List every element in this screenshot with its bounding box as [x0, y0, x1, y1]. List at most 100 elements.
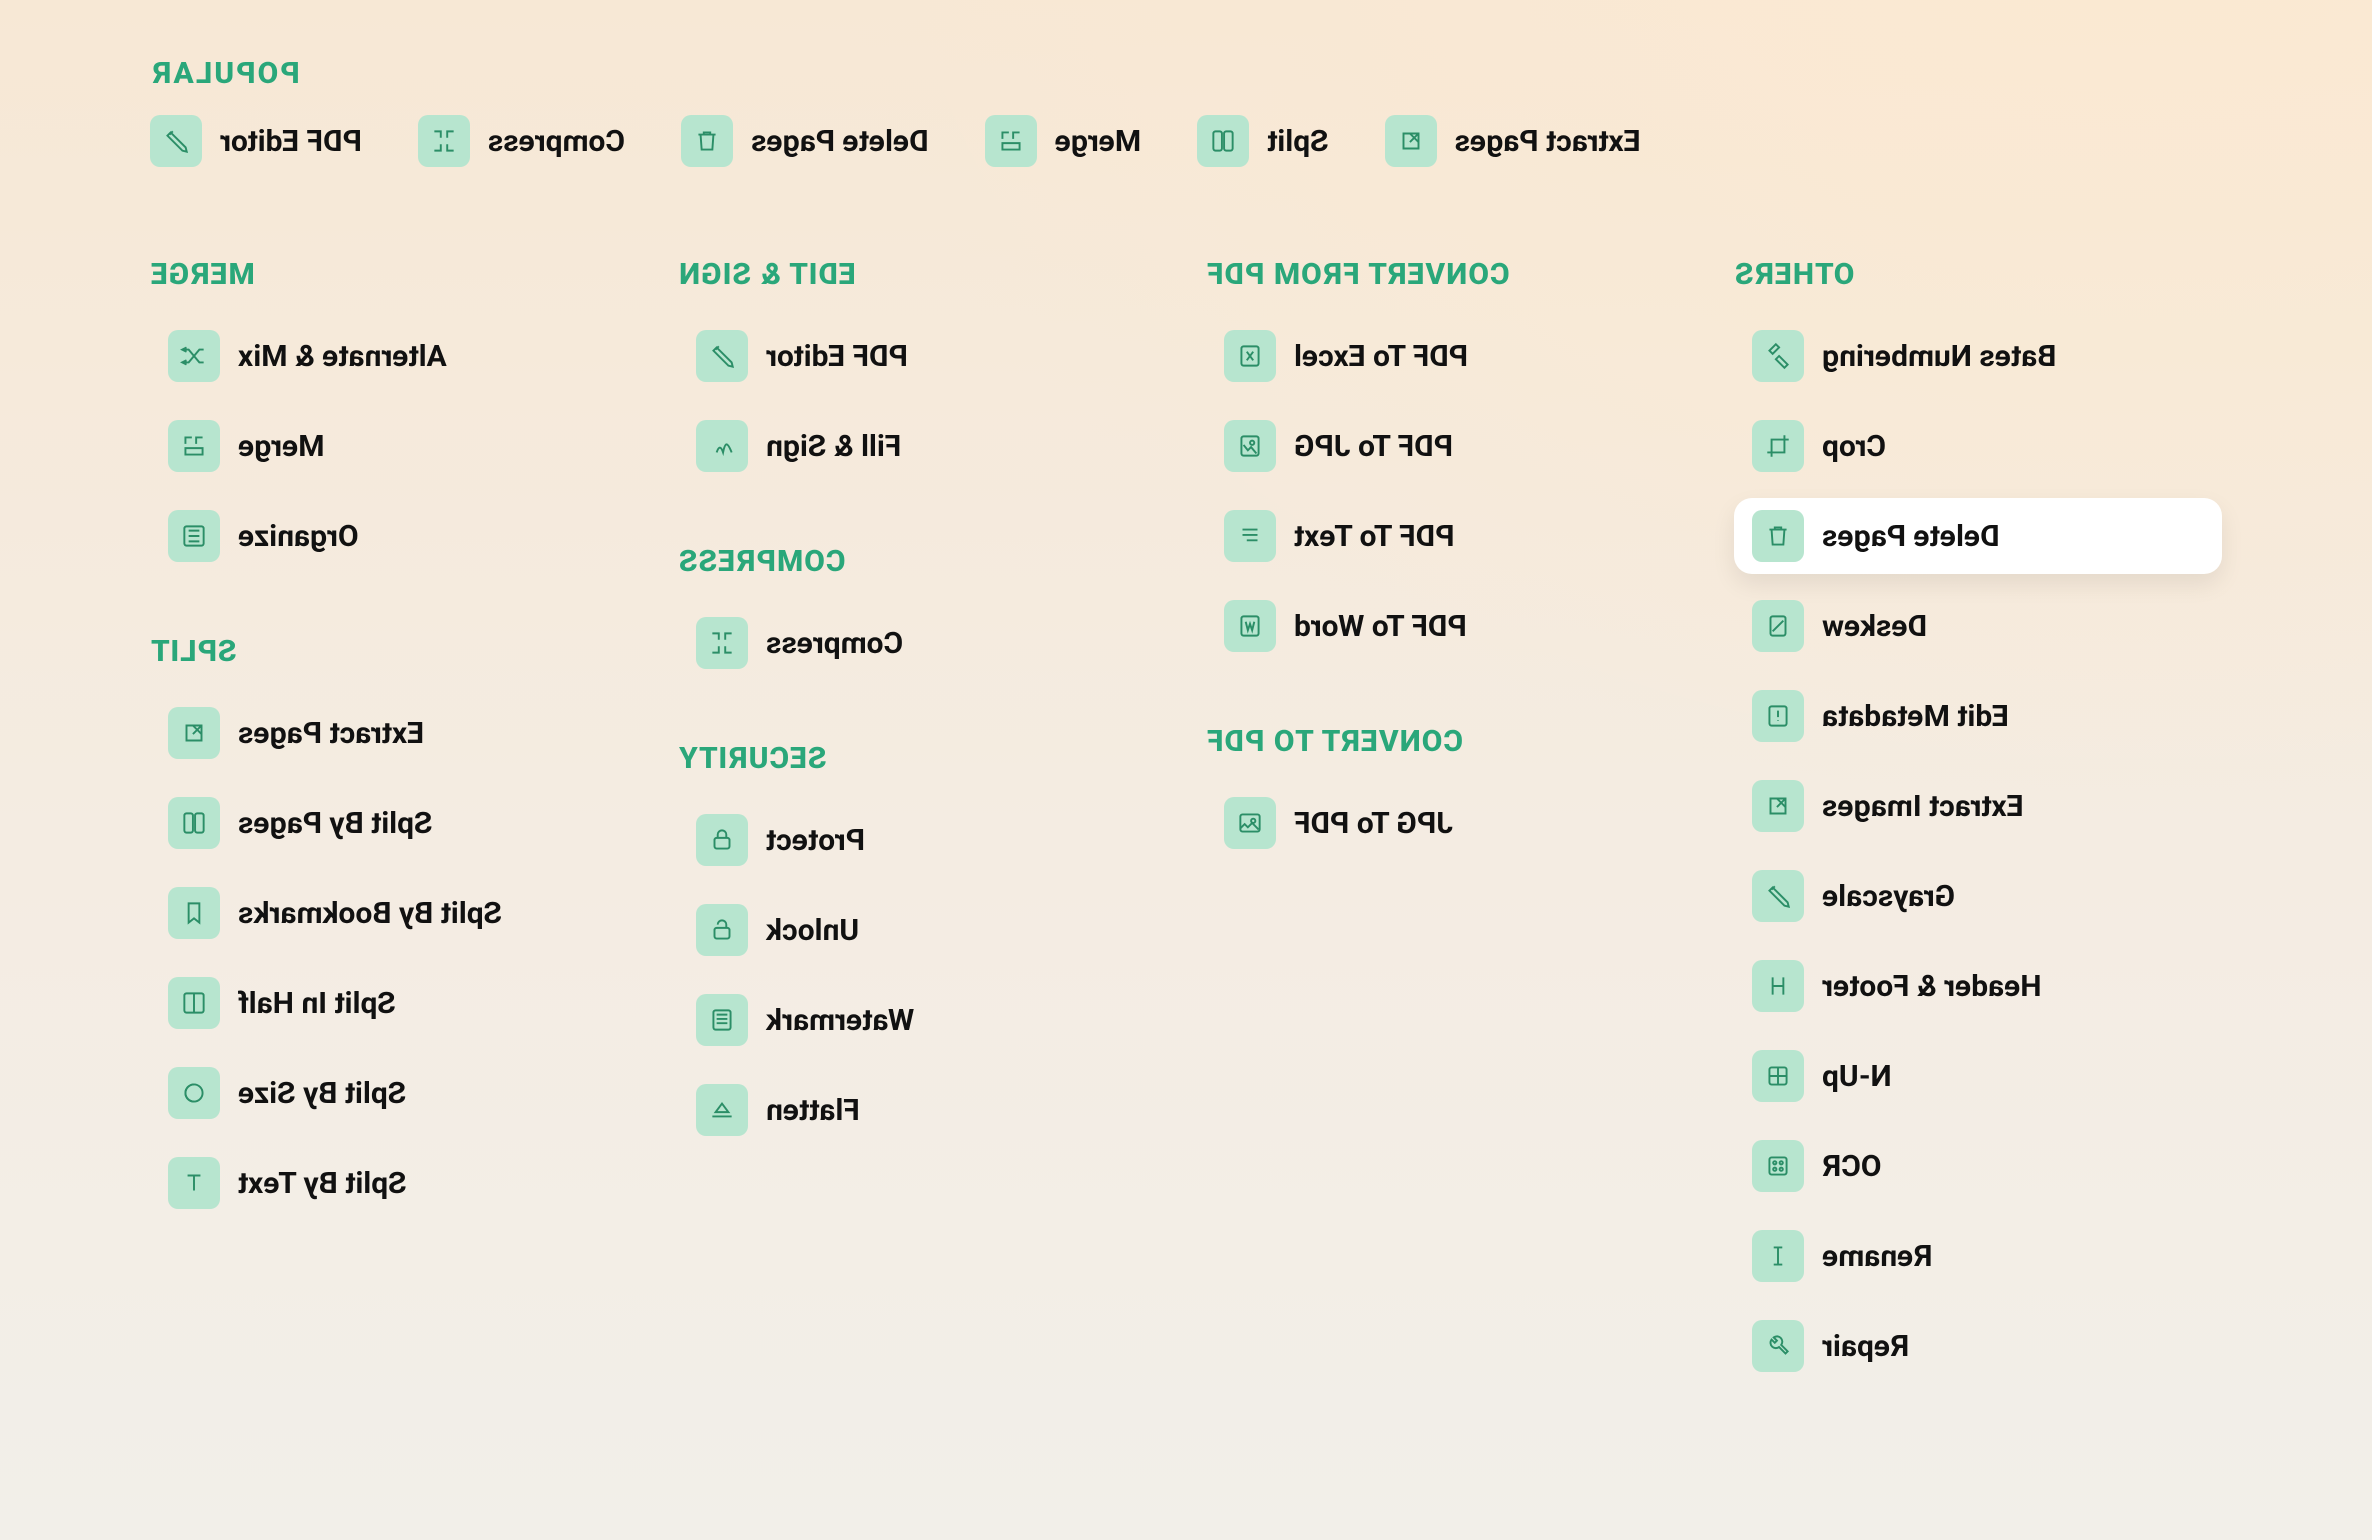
tool-split-by-size[interactable]: Split By Size: [150, 1055, 638, 1131]
tool-organize[interactable]: Organize: [150, 498, 638, 574]
tool-pdf-to-jpg[interactable]: PDF To JPG: [1206, 408, 1694, 484]
tool-flatten[interactable]: Flatten: [678, 1072, 1166, 1148]
sign-icon: [696, 420, 748, 472]
tool-label: PDF To Text: [1294, 519, 1455, 554]
word-icon: [1224, 600, 1276, 652]
tool-label: OCR: [1822, 1149, 1882, 1184]
tool-alternate-mix[interactable]: Alternate & Mix: [150, 318, 638, 394]
group-edit-sign: EDIT & SIGN PDF Editor Fill & Sign: [678, 257, 1166, 484]
pencil-icon: [696, 330, 748, 382]
popular-extract-pages[interactable]: Extract Pages: [1385, 115, 1641, 167]
tool-pdf-to-text[interactable]: PDF To Text: [1206, 498, 1694, 574]
tool-delete-pages[interactable]: Delete Pages: [1734, 498, 2222, 574]
tool-grayscale[interactable]: Grayscale: [1734, 858, 2222, 934]
column-3: CONVERT FROM PDFPDF To ExcelPDF To JPGPD…: [1206, 257, 1694, 1444]
section-title: SPLIT: [150, 634, 638, 669]
compress-icon: [418, 115, 470, 167]
tool-pdf-editor[interactable]: PDF Editor: [678, 318, 1166, 394]
tool-label: Edit Metadata: [1822, 699, 2009, 734]
tool-rename[interactable]: Rename: [1734, 1218, 2222, 1294]
section-title: EDIT & SIGN: [678, 257, 1166, 292]
group-security: SECURITY Protect Unlock Watermark Flatten: [678, 741, 1166, 1148]
ocr-icon: [1752, 1140, 1804, 1192]
tool-extract-pages[interactable]: Extract Pages: [150, 695, 638, 771]
tool-unlock[interactable]: Unlock: [678, 892, 1166, 968]
tool-header-footer[interactable]: Header & Footer: [1734, 948, 2222, 1024]
tool-edit-metadata[interactable]: Edit Metadata: [1734, 678, 2222, 754]
popular-label: Merge: [1055, 124, 1142, 159]
popular-label: Extract Pages: [1455, 124, 1641, 159]
tool-n-up[interactable]: N-Up: [1734, 1038, 2222, 1114]
tool-label: Repair: [1822, 1329, 1909, 1364]
tool-split-in-half[interactable]: Split In Half: [150, 965, 638, 1041]
tool-label: Split By Pages: [238, 806, 433, 841]
shuffle-icon: [168, 330, 220, 382]
tool-split-by-text[interactable]: Split By Text: [150, 1145, 638, 1221]
tool-deskew[interactable]: Deskew: [1734, 588, 2222, 664]
size-icon: [168, 1067, 220, 1119]
tool-watermark[interactable]: Watermark: [678, 982, 1166, 1058]
tool-label: Deskew: [1822, 609, 1927, 644]
split-icon: [168, 797, 220, 849]
lock-icon: [696, 814, 748, 866]
tool-pdf-to-word[interactable]: PDF To Word: [1206, 588, 1694, 664]
H-icon: [1752, 960, 1804, 1012]
section-title: SECURITY: [678, 741, 1166, 776]
tool-label: Split By Bookmarks: [238, 896, 502, 931]
section-title: CONVERT TO PDF: [1206, 724, 1694, 759]
tool-jpg-to-pdf[interactable]: JPG To PDF: [1206, 785, 1694, 861]
tool-label: Split By Text: [238, 1166, 407, 1201]
popular-merge[interactable]: Merge: [985, 115, 1142, 167]
tool-label: PDF To Excel: [1294, 339, 1468, 374]
unlock-icon: [696, 904, 748, 956]
pencil-icon: [150, 115, 202, 167]
group-others: OTHERSBates NumberingCropDelete PagesDes…: [1734, 257, 2222, 1384]
group-compress: COMPRESSCompress: [678, 544, 1166, 681]
tool-fill-sign[interactable]: Fill & Sign: [678, 408, 1166, 484]
tool-list: PDF Editor Fill & Sign: [678, 318, 1166, 484]
tool-label: Header & Footer: [1822, 969, 2042, 1004]
column-2: EDIT & SIGN PDF Editor Fill & Sign COMPRESS…: [678, 257, 1166, 1444]
textlines-icon: [1224, 510, 1276, 562]
tool-split-by-bookmarks[interactable]: Split By Bookmarks: [150, 875, 638, 951]
tool-label: Merge: [238, 429, 325, 464]
tool-label: Rename: [1822, 1239, 1932, 1274]
compress-icon: [696, 617, 748, 669]
tool-label: Extract Pages: [238, 716, 424, 751]
tool-label: N-Up: [1822, 1059, 1892, 1094]
deskew-icon: [1752, 600, 1804, 652]
column-4: OTHERSBates NumberingCropDelete PagesDes…: [1734, 257, 2222, 1444]
tool-label: Fill & Sign: [766, 429, 901, 464]
group-merge: MERGEAlternate & MixMergeOrganize: [150, 257, 638, 574]
tool-repair[interactable]: Repair: [1734, 1308, 2222, 1384]
popular-split[interactable]: Split: [1197, 115, 1328, 167]
popular-row: PDF Editor Compress Delete Pages Merge Split…: [150, 115, 2222, 167]
section-title-popular: POPULAR: [150, 56, 2222, 91]
tool-merge[interactable]: Merge: [150, 408, 638, 484]
tool-split-by-pages[interactable]: Split By Pages: [150, 785, 638, 861]
meta-icon: [1752, 690, 1804, 742]
tool-list: Protect Unlock Watermark Flatten: [678, 802, 1166, 1148]
popular-delete-pages[interactable]: Delete Pages: [681, 115, 929, 167]
tool-protect[interactable]: Protect: [678, 802, 1166, 878]
extract-icon: [1752, 780, 1804, 832]
organize-icon: [168, 510, 220, 562]
tool-crop[interactable]: Crop: [1734, 408, 2222, 484]
popular-compress[interactable]: Compress: [418, 115, 625, 167]
grid-icon: [1752, 1050, 1804, 1102]
tool-label: Watermark: [766, 1003, 914, 1038]
popular-pdf-editor[interactable]: PDF Editor: [150, 115, 362, 167]
watermark-icon: [696, 994, 748, 1046]
group-convert-from-pdf: CONVERT FROM PDFPDF To ExcelPDF To JPGPD…: [1206, 257, 1694, 664]
tool-label: Alternate & Mix: [238, 339, 447, 374]
tool-bates-numbering[interactable]: Bates Numbering: [1734, 318, 2222, 394]
tool-ocr[interactable]: OCR: [1734, 1128, 2222, 1204]
tool-compress[interactable]: Compress: [678, 605, 1166, 681]
tool-extract-images[interactable]: Extract Images: [1734, 768, 2222, 844]
tool-pdf-to-excel[interactable]: PDF To Excel: [1206, 318, 1694, 394]
excel-icon: [1224, 330, 1276, 382]
flatten-icon: [696, 1084, 748, 1136]
extract-icon: [1385, 115, 1437, 167]
half-icon: [168, 977, 220, 1029]
tool-list: Compress: [678, 605, 1166, 681]
